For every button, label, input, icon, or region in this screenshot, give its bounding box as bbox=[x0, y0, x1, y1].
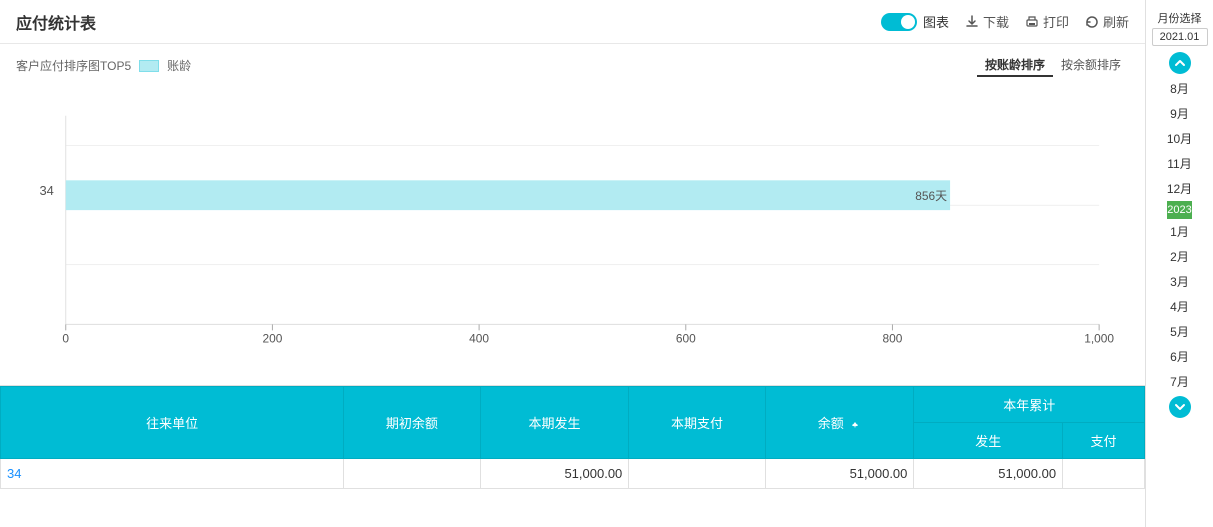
month-item[interactable]: 5月 bbox=[1167, 319, 1192, 344]
page-title: 应付统计表 bbox=[16, 10, 96, 34]
month-item[interactable]: 3月 bbox=[1167, 269, 1192, 294]
month-item[interactable]: 7月 bbox=[1167, 369, 1192, 394]
data-table: 往来单位 期初余额 本期发生 本期支付 余额 本年累计 bbox=[0, 386, 1145, 489]
col-header-origin: 往来单位 bbox=[1, 387, 344, 459]
refresh-label: 刷新 bbox=[1103, 12, 1129, 31]
table-body: 34 51,000.00 51,000.00 51,000.00 bbox=[1, 459, 1145, 489]
x-label-600: 600 bbox=[676, 331, 696, 345]
sidebar-title: 月份选择 bbox=[1154, 4, 1206, 28]
cell-ytd-pay bbox=[1063, 459, 1145, 489]
chevron-up-icon bbox=[1174, 57, 1186, 69]
chevron-down-icon bbox=[1174, 401, 1186, 413]
col-header-period-pay: 本期支付 bbox=[629, 387, 765, 459]
month-item[interactable]: 9月 bbox=[1167, 101, 1192, 126]
chart-bar bbox=[66, 180, 950, 210]
col-header-balance: 余额 bbox=[765, 387, 914, 459]
month-item[interactable]: 8月 bbox=[1167, 76, 1192, 101]
month-item[interactable]: 1月 bbox=[1167, 219, 1192, 244]
refresh-icon bbox=[1085, 15, 1099, 29]
page-header: 应付统计表 图表 下载 bbox=[0, 0, 1145, 44]
chart-legend: 客户应付排序图TOP5 账龄 bbox=[16, 57, 191, 74]
x-label-200: 200 bbox=[262, 331, 282, 345]
month-item[interactable]: 12月 bbox=[1167, 176, 1192, 201]
month-item[interactable]: 4月 bbox=[1167, 294, 1192, 319]
header-actions: 图表 下载 打印 bbox=[881, 12, 1129, 31]
table-row: 34 51,000.00 51,000.00 51,000.00 bbox=[1, 459, 1145, 489]
month-sidebar: 月份选择 8月9月10月11月12月20231月2月3月4月5月6月7月 bbox=[1145, 0, 1213, 527]
sort-by-balance-btn[interactable]: 按账龄排序 bbox=[977, 54, 1053, 77]
cell-balance: 51,000.00 bbox=[765, 459, 914, 489]
download-icon bbox=[965, 15, 979, 29]
col-header-period-balance: 期初余额 bbox=[344, 387, 480, 459]
cell-ytd-occur: 51,000.00 bbox=[914, 459, 1063, 489]
chart-svg: 34 856天 0 200 400 bbox=[26, 85, 1119, 375]
chart-toggle-label: 图表 bbox=[923, 12, 949, 31]
chart-toggle[interactable]: 图表 bbox=[881, 12, 949, 31]
col-header-ytd-pay: 支付 bbox=[1063, 423, 1145, 459]
print-icon bbox=[1025, 15, 1039, 29]
month-item[interactable]: 2月 bbox=[1167, 244, 1192, 269]
chart-section: 客户应付排序图TOP5 账龄 按账龄排序 按余额排序 34 bbox=[0, 44, 1145, 385]
month-item[interactable]: 6月 bbox=[1167, 344, 1192, 369]
refresh-button[interactable]: 刷新 bbox=[1085, 12, 1129, 31]
table-header-row: 往来单位 期初余额 本期发生 本期支付 余额 本年累计 bbox=[1, 387, 1145, 423]
month-list: 8月9月10月11月12月20231月2月3月4月5月6月7月 bbox=[1167, 76, 1192, 394]
x-label-400: 400 bbox=[469, 331, 489, 345]
nav-down-button[interactable] bbox=[1169, 396, 1191, 418]
print-label: 打印 bbox=[1043, 12, 1069, 31]
toggle-thumb bbox=[901, 15, 915, 29]
x-label-0: 0 bbox=[62, 331, 69, 345]
chart-legend-box-label: 账龄 bbox=[167, 57, 191, 74]
year-label: 2023 bbox=[1167, 201, 1192, 219]
table-section: 往来单位 期初余额 本期发生 本期支付 余额 本年累计 bbox=[0, 385, 1145, 527]
month-item[interactable]: 10月 bbox=[1167, 126, 1192, 151]
nav-up-button[interactable] bbox=[1169, 52, 1191, 74]
cell-period-occur: 51,000.00 bbox=[480, 459, 629, 489]
chart-legend-label: 客户应付排序图TOP5 bbox=[16, 57, 131, 74]
download-label: 下载 bbox=[983, 12, 1009, 31]
year-input[interactable] bbox=[1152, 28, 1208, 46]
chart-header: 客户应付排序图TOP5 账龄 按账龄排序 按余额排序 bbox=[16, 54, 1129, 77]
cell-origin: 34 bbox=[1, 459, 344, 489]
sort-by-amount-btn[interactable]: 按余额排序 bbox=[1053, 54, 1129, 77]
chart-sort-buttons: 按账龄排序 按余额排序 bbox=[977, 54, 1129, 77]
x-label-800: 800 bbox=[883, 331, 903, 345]
print-button[interactable]: 打印 bbox=[1025, 12, 1069, 31]
cell-period-pay bbox=[629, 459, 765, 489]
legend-box bbox=[139, 60, 159, 72]
x-label-1000: 1,000 bbox=[1084, 331, 1114, 345]
toggle-track bbox=[881, 13, 917, 31]
col-header-ytd-occur: 发生 bbox=[914, 423, 1063, 459]
month-item[interactable]: 11月 bbox=[1167, 151, 1192, 176]
col-header-period-occur: 本期发生 bbox=[480, 387, 629, 459]
bar-value-label: 856天 bbox=[915, 189, 947, 203]
balance-sort-icon bbox=[849, 419, 861, 431]
cell-period-balance bbox=[344, 459, 480, 489]
download-button[interactable]: 下载 bbox=[965, 12, 1009, 31]
chart-canvas: 34 856天 0 200 400 bbox=[26, 85, 1119, 375]
y-label: 34 bbox=[39, 183, 53, 198]
col-header-ytd: 本年累计 bbox=[914, 387, 1145, 423]
